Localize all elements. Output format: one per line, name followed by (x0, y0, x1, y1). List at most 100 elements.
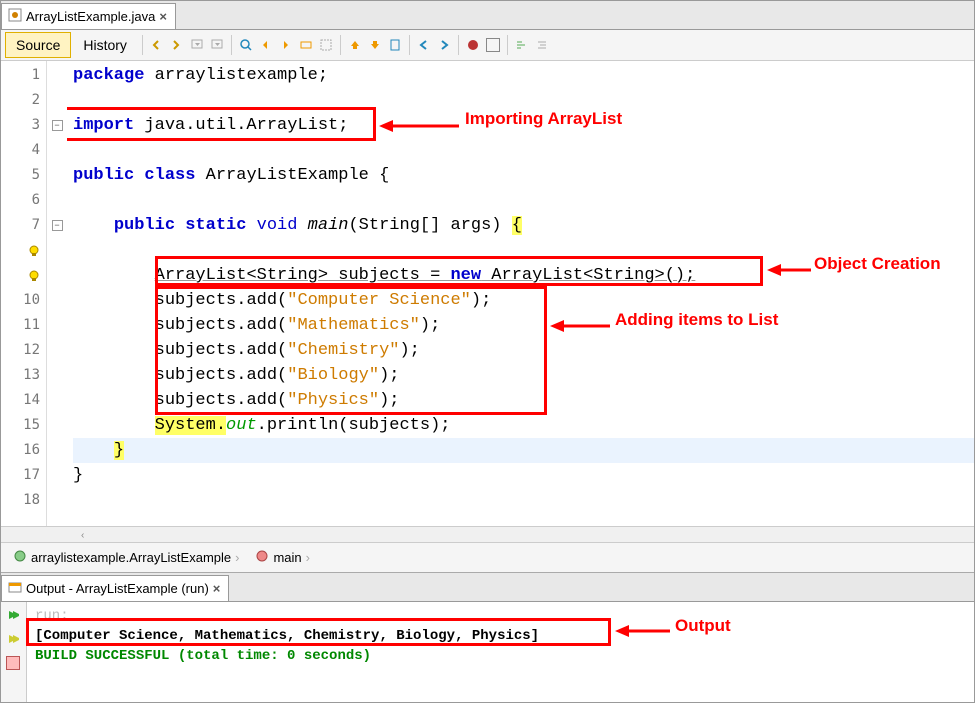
separator (340, 35, 341, 55)
prev-bookmark-icon[interactable] (415, 36, 433, 54)
code-token: subjects.add( (155, 391, 288, 410)
output-line: run: (35, 606, 966, 626)
stop-icon[interactable] (484, 36, 502, 54)
breadcrumb-label: arraylistexample.ArrayListExample (31, 550, 231, 565)
code-token: (String[] args) (348, 216, 511, 235)
fold-gutter: − − (47, 61, 67, 526)
separator (142, 35, 143, 55)
chevron-right-icon: › (235, 550, 239, 565)
class-icon (13, 549, 27, 566)
code-token: "Mathematics" (287, 316, 420, 335)
run-icon[interactable] (1, 628, 25, 650)
code-editor: 1 2 3 4 5 6 7 10 11 12 13 14 15 16 17 18… (1, 61, 974, 526)
line-number: 11 (23, 313, 40, 338)
code-token: subjects.add( (155, 316, 288, 335)
toolbar-dropdown-icon[interactable] (208, 36, 226, 54)
code-token: import (73, 116, 134, 135)
line-number: 18 (23, 488, 40, 513)
stop-output-icon[interactable] (1, 652, 25, 674)
close-icon[interactable]: × (213, 581, 221, 596)
nav-back-icon[interactable] (148, 36, 166, 54)
code-token: public (73, 166, 134, 185)
file-tab[interactable]: ArrayListExample.java × (1, 3, 176, 29)
code-token: class (144, 166, 195, 185)
code-area[interactable]: package arraylistexample; import java.ut… (67, 61, 974, 526)
horizontal-scrollbar[interactable]: ‹ (1, 526, 974, 542)
line-number: 1 (32, 63, 40, 88)
find-icon[interactable] (237, 36, 255, 54)
line-number: 3 (32, 113, 40, 138)
editor-toolbar: Source History (1, 30, 974, 61)
method-icon (255, 549, 269, 566)
lightbulb-icon[interactable] (28, 270, 40, 282)
code-token: ArrayList<String>(); (481, 266, 695, 285)
code-token: { (512, 216, 522, 235)
rerun-icon[interactable] (1, 604, 25, 626)
bookmark-icon[interactable] (386, 36, 404, 54)
tab-history[interactable]: History (73, 33, 137, 57)
selection-icon[interactable] (317, 36, 335, 54)
close-icon[interactable]: × (159, 9, 167, 24)
separator (507, 35, 508, 55)
breadcrumb-method[interactable]: main › (249, 547, 316, 568)
format-icon[interactable] (513, 36, 531, 54)
separator (231, 35, 232, 55)
output-tab-label: Output - ArrayListExample (run) (26, 581, 209, 596)
code-token: "Physics" (287, 391, 379, 410)
shift-down-icon[interactable] (366, 36, 384, 54)
line-number: 5 (32, 163, 40, 188)
shift-up-icon[interactable] (346, 36, 364, 54)
code-token: public (114, 216, 175, 235)
code-token: .println(subjects); (257, 416, 451, 435)
nav-fwd-icon[interactable] (168, 36, 186, 54)
line-number: 10 (23, 288, 40, 313)
separator (458, 35, 459, 55)
fold-toggle-icon[interactable]: − (52, 220, 63, 231)
line-number: 7 (32, 213, 40, 238)
output-body[interactable]: run: [Computer Science, Mathematics, Che… (27, 602, 974, 702)
code-token: ); (420, 316, 440, 335)
breadcrumb-label: main (273, 550, 301, 565)
output-icon (8, 580, 22, 597)
code-token: ArrayList<String> (155, 266, 328, 285)
code-token: System. (155, 416, 226, 435)
breadcrumb-class[interactable]: arraylistexample.ArrayListExample › (7, 547, 245, 568)
fold-toggle-icon[interactable]: − (52, 120, 63, 131)
java-file-icon (8, 8, 22, 25)
code-token: "Chemistry" (287, 341, 399, 360)
find-next-icon[interactable] (277, 36, 295, 54)
line-number: 17 (23, 463, 40, 488)
code-token: new (450, 266, 481, 285)
output-panel: run: [Computer Science, Mathematics, Che… (1, 602, 974, 702)
code-token: ArrayListExample (206, 166, 369, 185)
line-number-gutter: 1 2 3 4 5 6 7 10 11 12 13 14 15 16 17 18 (1, 61, 47, 526)
output-tab[interactable]: Output - ArrayListExample (run) × (1, 575, 229, 601)
code-token: ); (379, 366, 399, 385)
file-tab-label: ArrayListExample.java (26, 9, 155, 24)
code-token: java.util.ArrayList; (134, 116, 348, 135)
record-icon[interactable] (464, 36, 482, 54)
line-number: 6 (32, 188, 40, 213)
code-token: main (308, 216, 349, 235)
toolbar-dropdown-icon[interactable] (188, 36, 206, 54)
code-token: out (226, 416, 257, 435)
code-token: subjects.add( (155, 291, 288, 310)
line-number: 16 (23, 438, 40, 463)
next-bookmark-icon[interactable] (435, 36, 453, 54)
file-tab-bar: ArrayListExample.java × (1, 1, 974, 30)
tab-source[interactable]: Source (5, 32, 71, 58)
code-token: { (369, 166, 389, 185)
code-token: } (114, 441, 124, 460)
highlight-icon[interactable] (297, 36, 315, 54)
output-gutter (1, 602, 27, 702)
code-token: arraylistexample; (144, 66, 328, 85)
line-number: 15 (23, 413, 40, 438)
code-token: subjects.add( (155, 341, 288, 360)
code-token: static (185, 216, 246, 235)
find-prev-icon[interactable] (257, 36, 275, 54)
code-token: "Computer Science" (287, 291, 471, 310)
code-token: "Biology" (287, 366, 379, 385)
indent-icon[interactable] (533, 36, 551, 54)
lightbulb-icon[interactable] (28, 245, 40, 257)
chevron-right-icon: › (306, 550, 310, 565)
